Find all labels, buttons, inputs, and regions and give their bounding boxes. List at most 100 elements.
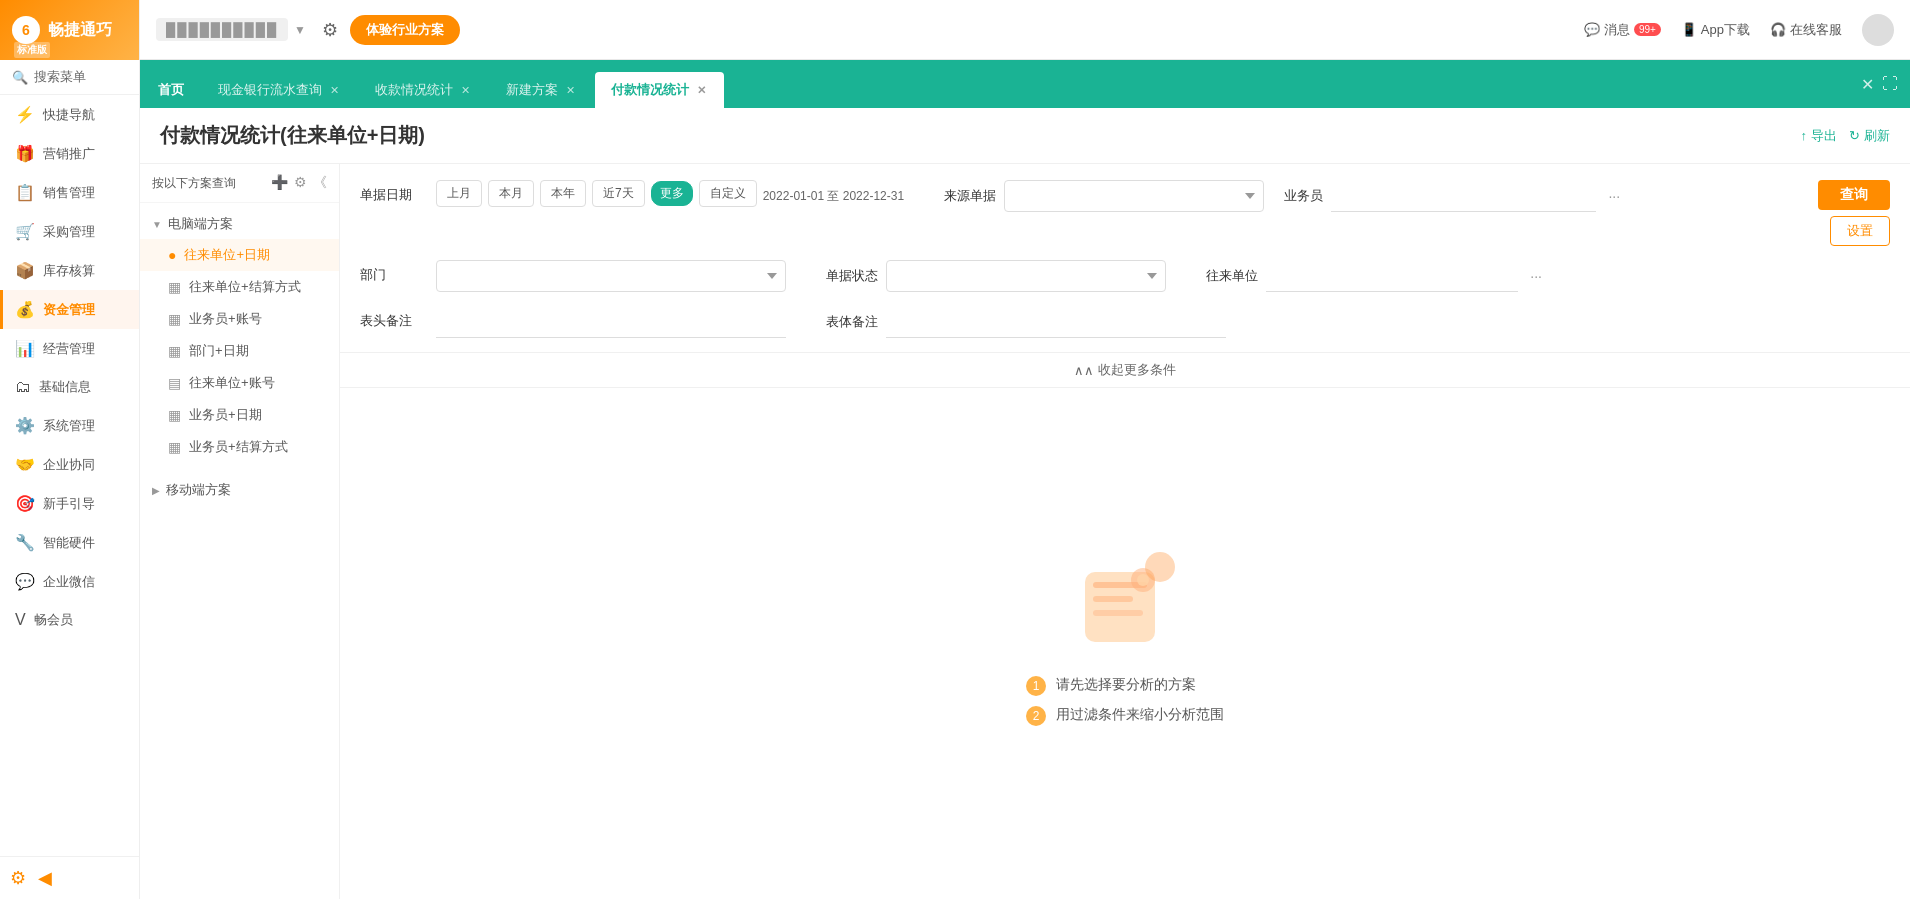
- settings-btn[interactable]: 设置: [1830, 216, 1890, 246]
- partner-more-icon[interactable]: ···: [1526, 268, 1546, 284]
- sidebar-item-hardware[interactable]: 🔧 智能硬件: [0, 523, 139, 562]
- step-2-num: 2: [1026, 706, 1046, 726]
- inventory-icon: 📦: [15, 261, 35, 280]
- tree-item-salesman-date[interactable]: ▦ 业务员+日期: [140, 399, 339, 431]
- collapse-label: 收起更多条件: [1098, 361, 1176, 379]
- desktop-section-toggle[interactable]: ▼ 电脑端方案: [140, 209, 339, 239]
- export-btn[interactable]: ↑ 导出: [1801, 127, 1838, 145]
- tab-receipt-stats-close[interactable]: ✕: [459, 82, 472, 99]
- sidebar-item-basic[interactable]: 🗂 基础信息: [0, 368, 139, 406]
- collapse-panel-icon[interactable]: 《: [313, 174, 327, 192]
- topbar-gear-icon[interactable]: ⚙: [322, 19, 338, 41]
- sidebar-item-guide[interactable]: 🎯 新手引导: [0, 484, 139, 523]
- tab-receipt-stats-label: 收款情况统计: [375, 81, 453, 99]
- sidebar-item-member[interactable]: V 畅会员: [0, 601, 139, 639]
- date-btn-7days[interactable]: 近7天: [592, 180, 645, 207]
- date-btn-custom[interactable]: 自定义: [699, 180, 757, 207]
- messages-btn[interactable]: 💬 消息 99+: [1584, 21, 1661, 39]
- system-icon: ⚙️: [15, 416, 35, 435]
- sidebar-item-operations[interactable]: 📊 经营管理: [0, 329, 139, 368]
- sidebar-item-sales[interactable]: 📋 销售管理: [0, 173, 139, 212]
- tree-item-label: 部门+日期: [189, 342, 249, 360]
- tab-receipt-stats[interactable]: 收款情况统计 ✕: [359, 72, 488, 108]
- header-note-input[interactable]: [436, 306, 786, 338]
- tree-item-label: 往来单位+日期: [184, 246, 270, 264]
- sidebar-item-system[interactable]: ⚙️ 系统管理: [0, 406, 139, 445]
- salesman-more-icon[interactable]: ···: [1604, 188, 1624, 204]
- export-label: 导出: [1811, 127, 1837, 145]
- date-btn-this-month[interactable]: 本月: [488, 180, 534, 207]
- sidebar-footer: ⚙ ◀: [0, 856, 139, 899]
- expand-icon[interactable]: ⛶: [1882, 75, 1898, 93]
- sidebar-header: 6 畅捷通巧 标准版: [0, 0, 139, 60]
- customer-service-label: 在线客服: [1790, 21, 1842, 39]
- tab-new-plan[interactable]: 新建方案 ✕: [490, 72, 593, 108]
- sidebar-item-marketing[interactable]: 🎁 营销推广: [0, 134, 139, 173]
- empty-steps: 1 请先选择要分析的方案 2 用过滤条件来缩小分析范围: [1026, 676, 1224, 736]
- close-all-icon[interactable]: ✕: [1861, 75, 1874, 94]
- sidebar-item-purchase[interactable]: 🛒 采购管理: [0, 212, 139, 251]
- tree-item-partner-settlement[interactable]: ▦ 往来单位+结算方式: [140, 271, 339, 303]
- tab-bank-flow[interactable]: 现金银行流水查询 ✕: [202, 72, 357, 108]
- tree-item-salesman-account[interactable]: ▦ 业务员+账号: [140, 303, 339, 335]
- empty-illustration: [1065, 552, 1185, 652]
- workspace-selector[interactable]: ██████████ ▼: [156, 18, 306, 41]
- tree-item-label: 业务员+结算方式: [189, 438, 288, 456]
- enterprise-icon: 🤝: [15, 455, 35, 474]
- empty-step-1: 1 请先选择要分析的方案: [1026, 676, 1224, 696]
- sidebar-item-enterprise[interactable]: 🤝 企业协同: [0, 445, 139, 484]
- sidebar-item-finance[interactable]: 💰 资金管理: [0, 290, 139, 329]
- right-content: 单据日期 上月 本月 本年 近7天 更多 自定义 2022-01-01 至 20…: [340, 164, 1910, 899]
- mobile-section-toggle[interactable]: ▶ 移动端方案: [140, 475, 339, 505]
- tree-item-partner-date[interactable]: ● 往来单位+日期: [140, 239, 339, 271]
- sidebar-item-quick-nav[interactable]: ⚡ 快捷导航: [0, 95, 139, 134]
- tab-home[interactable]: 首页: [142, 72, 200, 108]
- settings-footer-icon[interactable]: ⚙: [10, 867, 26, 889]
- partner-input[interactable]: [1266, 260, 1518, 292]
- salesman-input[interactable]: [1331, 180, 1596, 212]
- dept-select[interactable]: [436, 260, 786, 292]
- refresh-btn[interactable]: ↻ 刷新: [1849, 127, 1890, 145]
- app-name: 畅捷通巧: [48, 20, 112, 41]
- tab-new-plan-close[interactable]: ✕: [564, 82, 577, 99]
- tab-payment-stats-close[interactable]: ✕: [695, 82, 708, 99]
- sidebar-item-inventory[interactable]: 📦 库存核算: [0, 251, 139, 290]
- date-btn-more[interactable]: 更多: [651, 181, 693, 206]
- salesman-label: 业务员: [1284, 187, 1323, 205]
- tab-bank-flow-close[interactable]: ✕: [328, 82, 341, 99]
- step-2-text: 用过滤条件来缩小分析范围: [1056, 706, 1224, 724]
- section-arrow-icon: ▼: [152, 219, 162, 230]
- tree-item-label: 业务员+账号: [189, 310, 262, 328]
- query-btn[interactable]: 查询: [1818, 180, 1890, 210]
- sidebar-item-weixin[interactable]: 💬 企业微信: [0, 562, 139, 601]
- collapse-sidebar-icon[interactable]: ◀: [38, 867, 52, 889]
- left-panel: 按以下方案查询 ➕ ⚙ 《 ▼ 电脑端方案 ● 往来单位+日期 ▦: [140, 164, 340, 899]
- filter-row-1: 单据日期 上月 本月 本年 近7天 更多 自定义 2022-01-01 至 20…: [360, 180, 1890, 246]
- date-btn-this-year[interactable]: 本年: [540, 180, 586, 207]
- mobile-section-label: 移动端方案: [166, 481, 231, 499]
- collapse-filter-btn[interactable]: ∧∧ 收起更多条件: [340, 352, 1910, 387]
- workspace-arrow-icon[interactable]: ▼: [294, 23, 306, 37]
- doc-status-select[interactable]: [886, 260, 1166, 292]
- app-download-btn[interactable]: 📱 App下载: [1681, 21, 1750, 39]
- tree-item-partner-account[interactable]: ▤ 往来单位+账号: [140, 367, 339, 399]
- sidebar-item-search[interactable]: 🔍 搜索菜单: [0, 60, 139, 95]
- tab-home-label: 首页: [158, 81, 184, 99]
- refresh-label: 刷新: [1864, 127, 1890, 145]
- doc-status-label: 单据状态: [826, 267, 878, 285]
- plan-icon: ▦: [168, 439, 181, 455]
- plan-icon: ▦: [168, 279, 181, 295]
- desktop-section-label: 电脑端方案: [168, 215, 233, 233]
- trial-btn[interactable]: 体验行业方案: [350, 15, 460, 45]
- tree-item-salesman-settlement[interactable]: ▦ 业务员+结算方式: [140, 431, 339, 463]
- tree-item-dept-date[interactable]: ▦ 部门+日期: [140, 335, 339, 367]
- source-select[interactable]: [1004, 180, 1264, 212]
- header-note-label: 表头备注: [360, 306, 416, 330]
- user-avatar[interactable]: [1862, 14, 1894, 46]
- date-btn-last-month[interactable]: 上月: [436, 180, 482, 207]
- add-plan-icon[interactable]: ➕: [271, 174, 288, 192]
- settings-plan-icon[interactable]: ⚙: [294, 174, 307, 192]
- tab-payment-stats[interactable]: 付款情况统计 ✕: [595, 72, 724, 108]
- customer-service-btn[interactable]: 🎧 在线客服: [1770, 21, 1842, 39]
- body-note-input[interactable]: [886, 306, 1226, 338]
